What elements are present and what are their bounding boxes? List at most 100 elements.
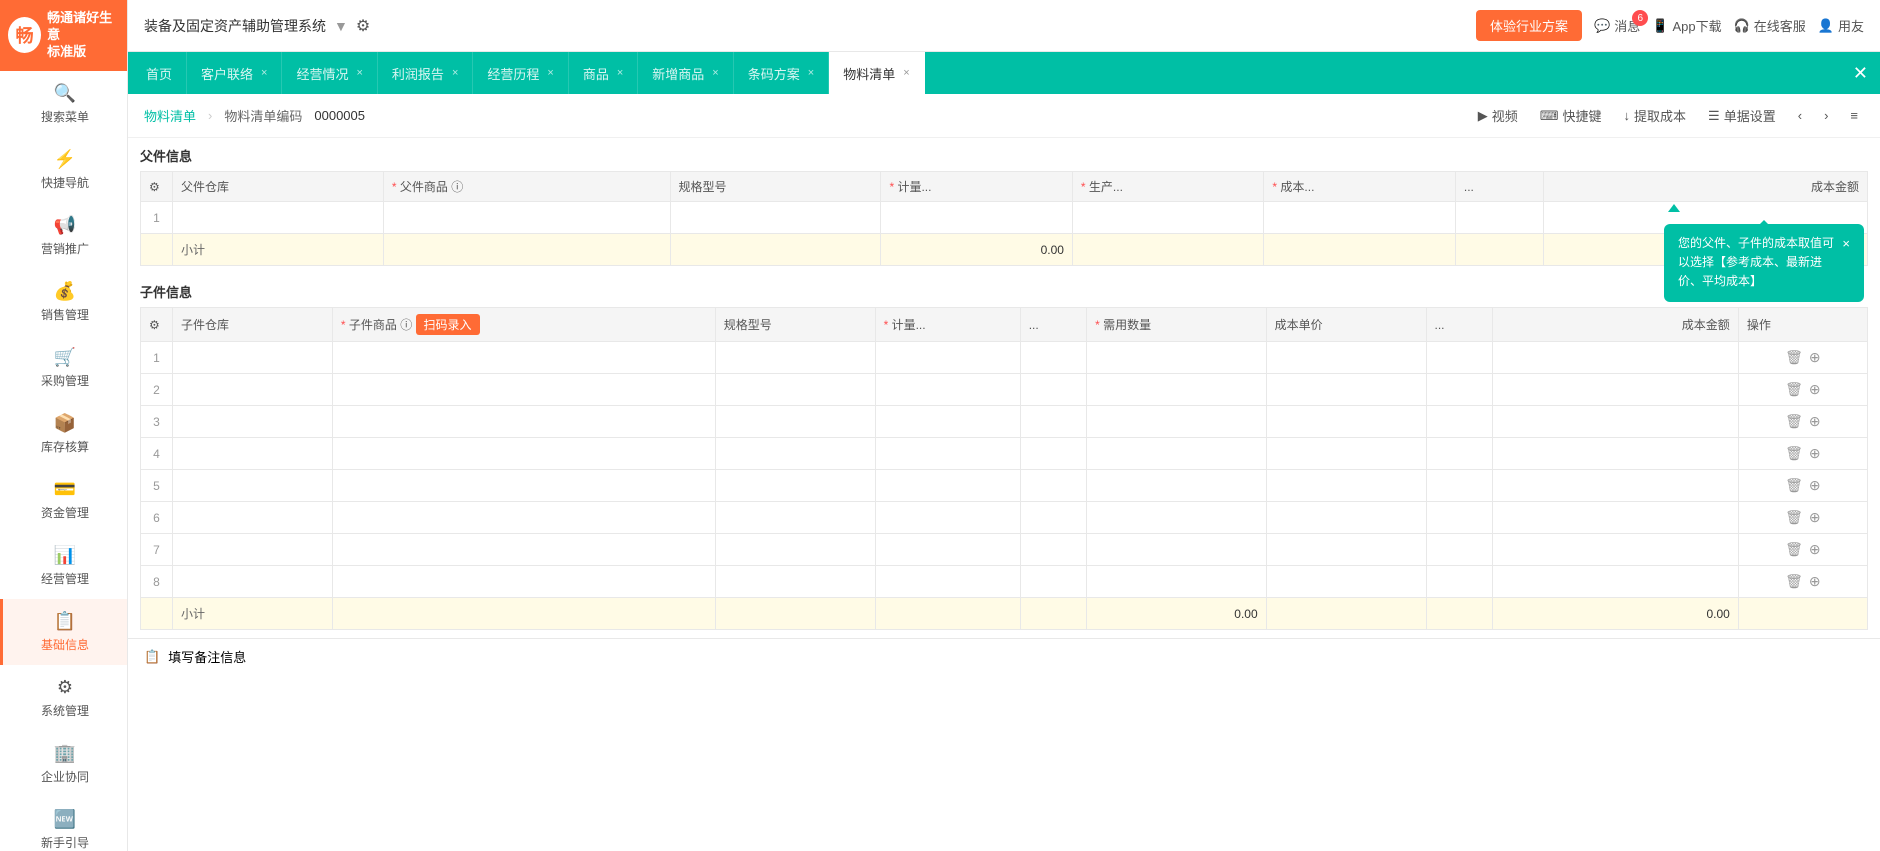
child-cell-req-qty-6[interactable] (1087, 502, 1267, 534)
child-cell-goods-8[interactable] (332, 566, 715, 598)
scan-button[interactable]: 扫码录入 (416, 314, 480, 335)
copy-icon-7[interactable]: ⊕ (1809, 541, 1821, 558)
sidebar-item-system[interactable]: ⚙ 系统管理 (0, 665, 127, 731)
child-cell-warehouse-2[interactable] (173, 374, 333, 406)
child-cell-extra-6[interactable] (1020, 502, 1086, 534)
delete-icon-1[interactable]: 🗑 (1785, 349, 1803, 366)
child-cell-warehouse-7[interactable] (173, 534, 333, 566)
parent-cell-warehouse-1[interactable] (173, 202, 384, 234)
sidebar-item-search[interactable]: 🔍 搜索菜单 (0, 71, 127, 137)
child-th-gear[interactable]: ⚙ (141, 308, 173, 342)
delete-icon-7[interactable]: 🗑 (1785, 541, 1803, 558)
copy-icon-6[interactable]: ⊕ (1809, 509, 1821, 526)
copy-icon-5[interactable]: ⊕ (1809, 477, 1821, 494)
child-cell-unit-2[interactable] (875, 374, 1020, 406)
child-cell-req-qty-1[interactable] (1087, 342, 1267, 374)
single-settings-button[interactable]: ☰ 单据设置 (1702, 104, 1782, 127)
sidebar-item-finance[interactable]: 💳 资金管理 (0, 467, 127, 533)
child-cell-warehouse-8[interactable] (173, 566, 333, 598)
extract-cost-button[interactable]: ↓ 提取成本 (1618, 104, 1693, 127)
child-cell-extra-5[interactable] (1020, 470, 1086, 502)
parent-cell-cost-1[interactable] (1264, 202, 1455, 234)
delete-icon-4[interactable]: 🗑 (1785, 445, 1803, 462)
child-cell-unit-4[interactable] (875, 438, 1020, 470)
tooltip-close[interactable]: × (1842, 234, 1850, 255)
child-cell-goods-1[interactable] (332, 342, 715, 374)
child-cell-goods-4[interactable] (332, 438, 715, 470)
sidebar-item-quick-nav[interactable]: ⚡ 快捷导航 (0, 137, 127, 203)
tab-barcode[interactable]: 条码方案 × (734, 52, 829, 94)
child-cell-spec-2[interactable] (715, 374, 875, 406)
parent-th-gear[interactable]: ⚙ (141, 172, 173, 202)
tab-operation-status-close[interactable]: × (356, 67, 362, 79)
child-cell-extra2-4[interactable] (1426, 438, 1492, 470)
child-cell-spec-8[interactable] (715, 566, 875, 598)
child-cell-cost-price-7[interactable] (1266, 534, 1426, 566)
copy-icon-2[interactable]: ⊕ (1809, 381, 1821, 398)
message-button[interactable]: 💬 消息 6 (1594, 16, 1640, 35)
child-cell-extra2-6[interactable] (1426, 502, 1492, 534)
child-cell-unit-3[interactable] (875, 406, 1020, 438)
child-cell-warehouse-4[interactable] (173, 438, 333, 470)
tab-new-goods[interactable]: 新增商品 × (638, 52, 733, 94)
child-cell-extra-4[interactable] (1020, 438, 1086, 470)
child-cell-extra-7[interactable] (1020, 534, 1086, 566)
child-cell-goods-2[interactable] (332, 374, 715, 406)
child-cell-spec-1[interactable] (715, 342, 875, 374)
tab-barcode-close[interactable]: × (808, 67, 814, 79)
tab-operation-history-close[interactable]: × (547, 67, 553, 79)
child-cell-extra2-3[interactable] (1426, 406, 1492, 438)
sidebar-item-inventory[interactable]: 📦 库存核算 (0, 401, 127, 467)
tab-operation-history[interactable]: 经营历程 × (473, 52, 568, 94)
child-cell-extra-1[interactable] (1020, 342, 1086, 374)
parent-cell-produce-1[interactable] (1072, 202, 1263, 234)
sidebar-item-purchase[interactable]: 🛒 采购管理 (0, 335, 127, 401)
delete-icon-2[interactable]: 🗑 (1785, 381, 1803, 398)
tab-new-goods-close[interactable]: × (712, 67, 718, 79)
child-cell-spec-4[interactable] (715, 438, 875, 470)
child-cell-cost-price-2[interactable] (1266, 374, 1426, 406)
child-cell-unit-7[interactable] (875, 534, 1020, 566)
delete-icon-6[interactable]: 🗑 (1785, 509, 1803, 526)
tab-customer-close[interactable]: × (261, 67, 267, 79)
parent-cell-spec-1[interactable] (670, 202, 881, 234)
child-cell-extra-8[interactable] (1020, 566, 1086, 598)
child-cell-cost-price-8[interactable] (1266, 566, 1426, 598)
delete-icon-3[interactable]: 🗑 (1785, 413, 1803, 430)
tab-operation-status[interactable]: 经营情况 × (282, 52, 377, 94)
child-cell-warehouse-3[interactable] (173, 406, 333, 438)
prev-button[interactable]: ‹ (1792, 106, 1808, 125)
tab-profit[interactable]: 利润报告 × (378, 52, 473, 94)
child-cell-extra2-2[interactable] (1426, 374, 1492, 406)
tab-bom[interactable]: 物料清单 × (829, 52, 924, 94)
sidebar-item-operation[interactable]: 📊 经营管理 (0, 533, 127, 599)
tab-home[interactable]: 首页 (132, 52, 187, 94)
child-cell-spec-3[interactable] (715, 406, 875, 438)
child-cell-extra2-7[interactable] (1426, 534, 1492, 566)
dropdown-icon[interactable]: ▼ (334, 18, 348, 34)
child-cell-extra-3[interactable] (1020, 406, 1086, 438)
child-cell-req-qty-7[interactable] (1087, 534, 1267, 566)
sidebar-item-enterprise[interactable]: 🏢 企业协同 (0, 731, 127, 797)
child-cell-req-qty-5[interactable] (1087, 470, 1267, 502)
child-cell-extra2-1[interactable] (1426, 342, 1492, 374)
online-service-button[interactable]: 🎧 在线客服 (1734, 16, 1806, 35)
child-cell-goods-7[interactable] (332, 534, 715, 566)
list-view-button[interactable]: ≡ (1844, 106, 1864, 125)
app-download-button[interactable]: 📱 App下载 (1652, 16, 1721, 35)
gear-button[interactable]: ⚙ (356, 16, 370, 36)
sidebar-item-guide[interactable]: 🆕 新手引导 (0, 797, 127, 851)
shortcut-button[interactable]: ⌨ 快捷键 (1534, 104, 1608, 127)
child-cell-unit-1[interactable] (875, 342, 1020, 374)
copy-icon-8[interactable]: ⊕ (1809, 573, 1821, 590)
child-cell-goods-5[interactable] (332, 470, 715, 502)
child-cell-req-qty-2[interactable] (1087, 374, 1267, 406)
parent-cell-goods-1[interactable] (383, 202, 670, 234)
view-button[interactable]: ▶ 视频 (1472, 104, 1524, 127)
child-cell-goods-3[interactable] (332, 406, 715, 438)
child-cell-cost-price-3[interactable] (1266, 406, 1426, 438)
next-button[interactable]: › (1818, 106, 1834, 125)
child-cell-cost-price-6[interactable] (1266, 502, 1426, 534)
child-cell-warehouse-5[interactable] (173, 470, 333, 502)
child-cell-spec-5[interactable] (715, 470, 875, 502)
